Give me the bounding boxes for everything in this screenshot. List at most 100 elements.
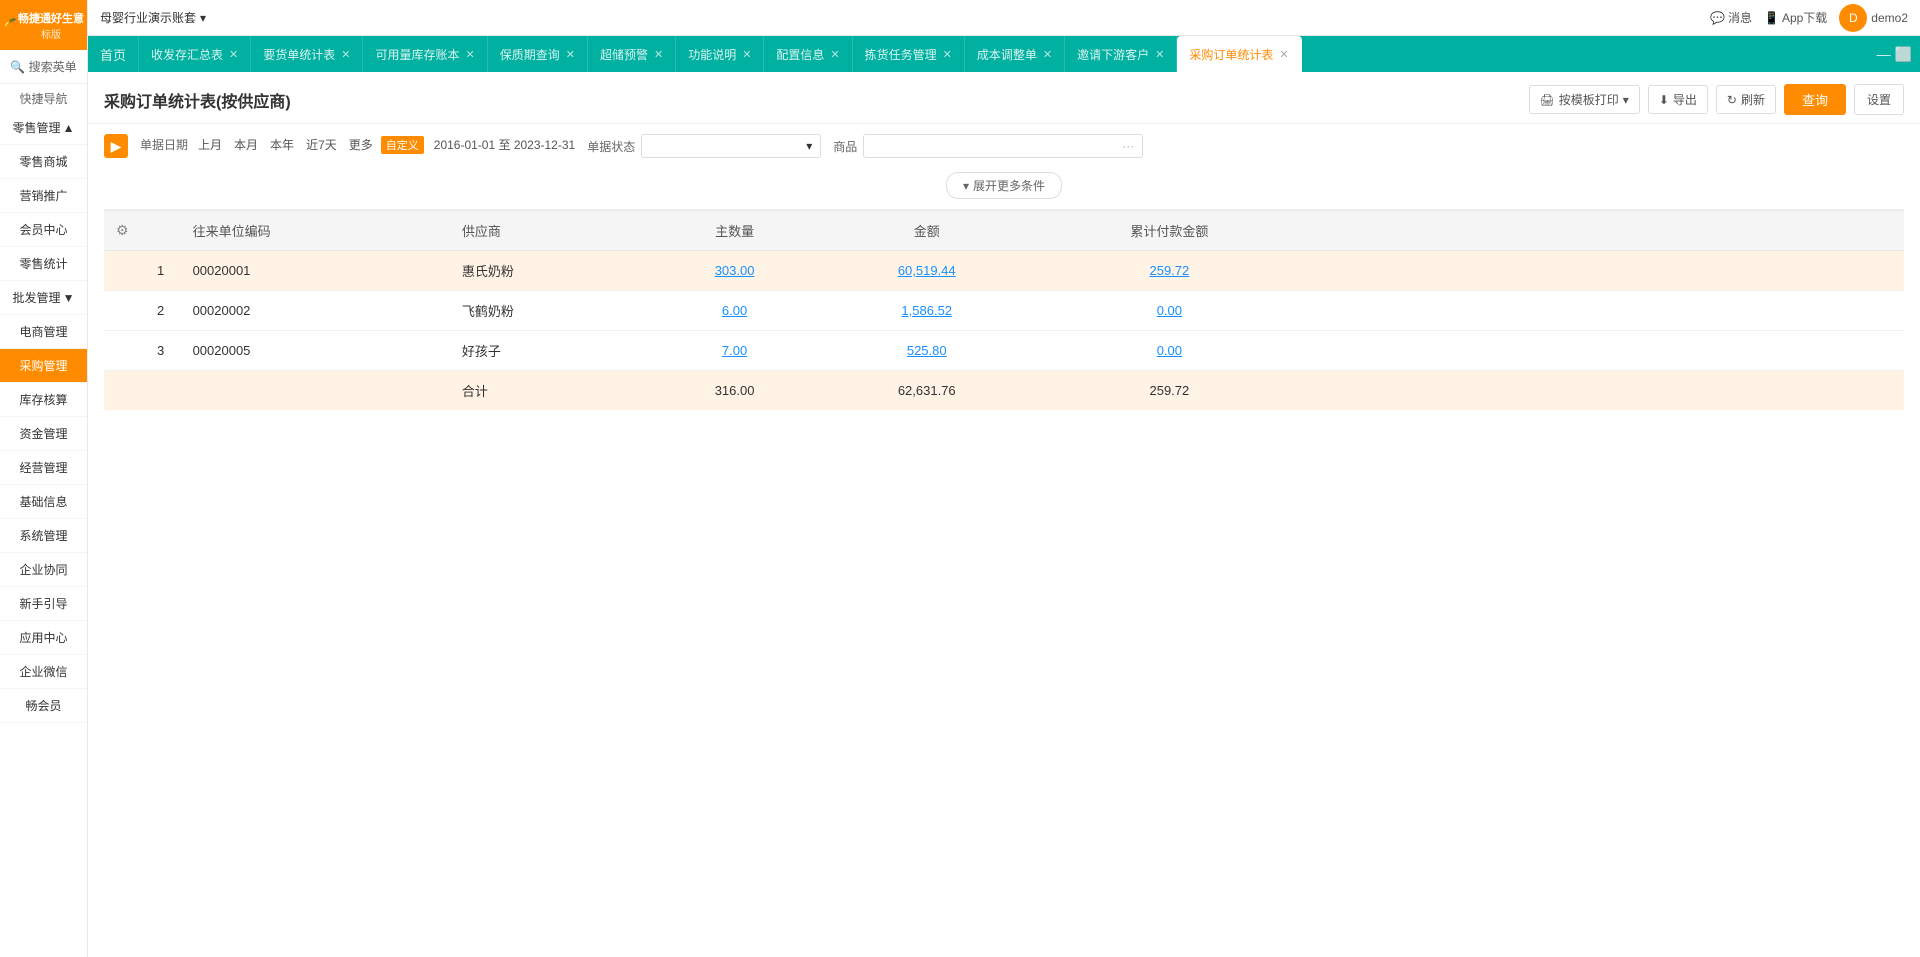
logo-sub: 标版 <box>18 26 84 41</box>
query-button[interactable]: 查询 <box>1784 84 1846 115</box>
app-logo[interactable]: 🍊 畅捷通好生意 标版 <box>0 0 87 50</box>
table-container: ⚙ 往来单位编码 供应商 主数量 金额 累计付款金额 1 <box>88 210 1920 426</box>
export-button[interactable]: ⬇ 导出 <box>1648 85 1708 114</box>
sidebar-item-retail-store[interactable]: 零售商城 <box>0 145 87 179</box>
sidebar-item-label: 基础信息 <box>19 495 67 509</box>
custom-badge[interactable]: 自定义 <box>381 136 424 154</box>
tab-close-icon[interactable]: ✕ <box>566 48 575 61</box>
goods-input[interactable]: ··· <box>863 134 1143 158</box>
sidebar-item-wholesale-mgmt[interactable]: 批发管理 ▼ <box>0 281 87 315</box>
sidebar-item-sys-mgmt[interactable]: 系统管理 <box>0 519 87 553</box>
sidebar-item-member-center[interactable]: 会员中心 <box>0 213 87 247</box>
sidebar-item-inventory[interactable]: 库存核算 <box>0 383 87 417</box>
sidebar-item-app-center[interactable]: 应用中心 <box>0 621 87 655</box>
app-download-btn[interactable]: 📱 App下载 <box>1764 9 1827 26</box>
status-select[interactable]: ▾ <box>641 134 821 158</box>
gear-icon[interactable]: ⚙ <box>116 222 129 238</box>
row-amount[interactable]: 525.80 <box>819 331 1035 371</box>
sidebar-item-ecommerce-mgmt[interactable]: 电商管理 <box>0 315 87 349</box>
row-quantity[interactable]: 6.00 <box>650 291 818 331</box>
table-row: 1 00020001 惠氏奶粉 303.00 60,519.44 259.72 <box>104 251 1904 291</box>
tab-close-icon[interactable]: ✕ <box>1279 48 1288 61</box>
quick-nav-label[interactable]: 快捷导航 <box>0 84 87 111</box>
tab-close-icon[interactable]: ✕ <box>742 48 751 61</box>
table-row: 2 00020002 飞鹤奶粉 6.00 1,586.52 0.00 <box>104 291 1904 331</box>
tab-available-stock[interactable]: 可用量库存账本 ✕ <box>363 36 487 72</box>
tab-goods-stats[interactable]: 要货单统计表 ✕ <box>251 36 363 72</box>
expand-more-button[interactable]: ▾ 展开更多条件 <box>946 172 1062 199</box>
template-print-button[interactable]: 🖨 按模板打印 ▾ <box>1529 85 1640 114</box>
sidebar-item-label: 经营管理 <box>19 461 67 475</box>
shortcut-this-month[interactable]: 本月 <box>230 134 262 155</box>
sidebar-item-label: 系统管理 <box>19 529 67 543</box>
row-paid-amount[interactable]: 0.00 <box>1035 291 1304 331</box>
data-table: ⚙ 往来单位编码 供应商 主数量 金额 累计付款金额 1 <box>104 210 1904 410</box>
tab-close-icon[interactable]: ✕ <box>341 48 350 61</box>
sidebar: 🍊 畅捷通好生意 标版 🔍 搜索英单 快捷导航 零售管理 ▲ 零售商城 营销推广… <box>0 0 88 957</box>
filter-toggle-button[interactable]: ▶ <box>104 134 128 158</box>
tab-close-icon[interactable]: ✕ <box>830 48 839 61</box>
tab-purchase-stats[interactable]: 采购订单统计表 ✕ <box>1177 36 1301 72</box>
shortcut-last-7-days[interactable]: 近7天 <box>302 134 341 155</box>
tab-expiry-query[interactable]: 保质期查询 ✕ <box>488 36 588 72</box>
row-paid-amount[interactable]: 259.72 <box>1035 251 1304 291</box>
tab-close-icon[interactable]: ✕ <box>654 48 663 61</box>
refresh-button[interactable]: ↻ 刷新 <box>1716 85 1776 114</box>
page-actions: 🖨 按模板打印 ▾ ⬇ 导出 ↻ 刷新 查询 设置 <box>1529 84 1904 115</box>
refresh-label: 刷新 <box>1741 91 1765 108</box>
sidebar-item-basic-info[interactable]: 基础信息 <box>0 485 87 519</box>
tab-label: 采购订单统计表 <box>1189 46 1273 63</box>
tab-config-info[interactable]: 配置信息 ✕ <box>764 36 852 72</box>
sidebar-item-label: 采购管理 <box>19 359 67 373</box>
sidebar-item-retail-stats[interactable]: 零售统计 <box>0 247 87 281</box>
sidebar-item-label: 企业协同 <box>19 563 67 577</box>
tab-home[interactable]: 首页 <box>88 36 139 72</box>
sidebar-item-finance-mgmt[interactable]: 资金管理 <box>0 417 87 451</box>
tab-label: 收发存汇总表 <box>151 46 223 63</box>
sidebar-item-enterprise-collab[interactable]: 企业协同 <box>0 553 87 587</box>
tab-pick-task[interactable]: 拣货任务管理 ✕ <box>853 36 965 72</box>
row-quantity[interactable]: 7.00 <box>650 331 818 371</box>
settings-button[interactable]: 设置 <box>1854 84 1904 115</box>
tab-maximize-icon[interactable]: ⬜ <box>1895 46 1912 63</box>
tab-close-icon[interactable]: ✕ <box>466 48 475 61</box>
workspace-selector[interactable]: 母婴行业演示账套 ▾ <box>100 9 1702 26</box>
tab-close-icon[interactable]: ✕ <box>1043 48 1052 61</box>
row-paid-amount[interactable]: 0.00 <box>1035 331 1304 371</box>
tab-cost-adjust[interactable]: 成本调整单 ✕ <box>965 36 1065 72</box>
sidebar-search[interactable]: 🔍 搜索英单 <box>0 50 87 84</box>
sidebar-item-label: 资金管理 <box>19 427 67 441</box>
message-label: 消息 <box>1728 9 1752 26</box>
sidebar-item-retail-mgmt[interactable]: 零售管理 ▲ <box>0 111 87 145</box>
user-menu[interactable]: D demo2 <box>1839 4 1908 32</box>
shortcut-this-year[interactable]: 本年 <box>266 134 298 155</box>
row-index: 2 <box>141 291 181 331</box>
tab-invite-customer[interactable]: 邀请下游客户 ✕ <box>1065 36 1177 72</box>
shortcut-last-month[interactable]: 上月 <box>194 134 226 155</box>
tab-close-icon[interactable]: ✕ <box>229 48 238 61</box>
status-filter-label: 单据状态 <box>587 138 635 155</box>
row-quantity[interactable]: 303.00 <box>650 251 818 291</box>
date-filter-label: 单据日期 <box>140 136 188 153</box>
sidebar-item-marketing[interactable]: 营销推广 <box>0 179 87 213</box>
sidebar-item-label: 零售商城 <box>19 155 67 169</box>
sidebar-item-new-guide[interactable]: 新手引导 <box>0 587 87 621</box>
sidebar-item-enterprise-wechat[interactable]: 企业微信 <box>0 655 87 689</box>
row-amount[interactable]: 60,519.44 <box>819 251 1035 291</box>
tab-close-icon[interactable]: ✕ <box>943 48 952 61</box>
sidebar-item-label: 应用中心 <box>19 631 67 645</box>
tab-collect-pay[interactable]: 收发存汇总表 ✕ <box>139 36 251 72</box>
shortcut-more[interactable]: 更多 <box>345 134 377 155</box>
sidebar-item-purchase-mgmt[interactable]: 采购管理 <box>0 349 87 383</box>
sidebar-item-vip-member[interactable]: 畅会员 <box>0 689 87 723</box>
tab-func-desc[interactable]: 功能说明 ✕ <box>676 36 764 72</box>
message-btn[interactable]: 💬 消息 <box>1710 9 1752 26</box>
tab-overstock-alert[interactable]: 超储预警 ✕ <box>588 36 676 72</box>
top-bar-actions: 💬 消息 📱 App下载 D demo2 <box>1710 4 1908 32</box>
sidebar-item-ops-mgmt[interactable]: 经营管理 <box>0 451 87 485</box>
table-row: 3 00020005 好孩子 7.00 525.80 0.00 <box>104 331 1904 371</box>
row-amount[interactable]: 1,586.52 <box>819 291 1035 331</box>
logo-icon: 🍊 <box>3 18 18 32</box>
tab-close-icon[interactable]: ✕ <box>1155 48 1164 61</box>
tab-minimize-icon[interactable]: — <box>1877 46 1891 62</box>
